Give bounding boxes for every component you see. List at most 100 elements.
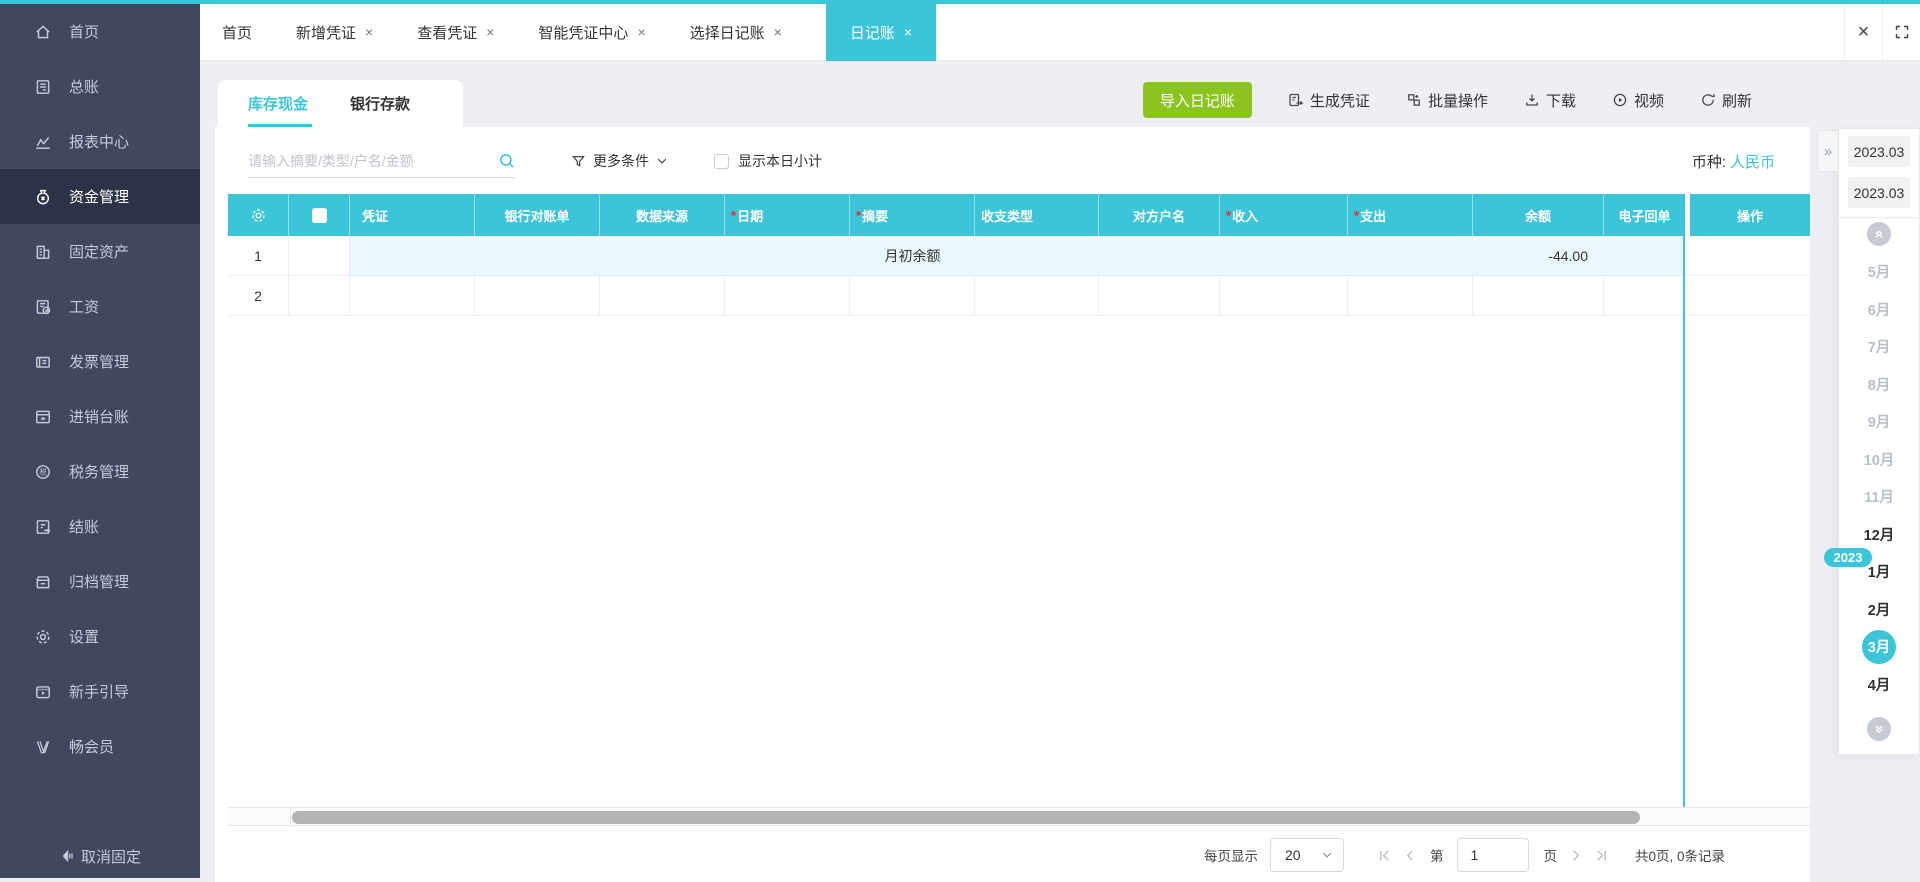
- close-tab-icon[interactable]: ×: [904, 24, 912, 40]
- last-page-button[interactable]: [1589, 842, 1615, 868]
- sidebar-item-beginner-guide[interactable]: 新手引导: [0, 664, 200, 719]
- table-row[interactable]: 2: [228, 276, 1685, 316]
- close-window-button[interactable]: ×: [1844, 4, 1882, 60]
- sidebar-item-label: 发票管理: [69, 354, 130, 371]
- balance-cell[interactable]: [1473, 276, 1604, 316]
- select-all-header[interactable]: [289, 194, 350, 236]
- counterparty-cell[interactable]: [1099, 276, 1220, 316]
- month-item[interactable]: 4月: [1839, 666, 1919, 704]
- table-row[interactable]: 1 月初余额 -44.00: [228, 236, 1685, 276]
- voucher-cell[interactable]: [350, 276, 475, 316]
- sidebar-item-label: 报表中心: [69, 134, 130, 151]
- date-cell[interactable]: [725, 276, 850, 316]
- refresh-button[interactable]: 刷新: [1700, 90, 1752, 111]
- month-item[interactable]: 9月: [1839, 403, 1919, 441]
- column-header-income-expense-type[interactable]: 收支类型: [975, 194, 1099, 236]
- video-button[interactable]: 视频: [1612, 90, 1664, 111]
- close-tab-icon[interactable]: ×: [637, 24, 645, 40]
- column-header-bank-statement[interactable]: 银行对账单: [475, 194, 600, 236]
- horizontal-scrollbar-thumb[interactable]: [292, 811, 1640, 824]
- tab-journal[interactable]: 日记账 ×: [825, 3, 937, 61]
- tab-new-voucher[interactable]: 新增凭证 ×: [296, 4, 373, 61]
- search-icon[interactable]: [498, 152, 516, 170]
- fullscreen-button[interactable]: [1882, 4, 1920, 60]
- close-tab-icon[interactable]: ×: [774, 24, 782, 40]
- search-input[interactable]: [248, 152, 498, 169]
- more-conditions-button[interactable]: 更多条件: [571, 151, 668, 171]
- tab-smart-voucher-center[interactable]: 智能凭证中心 ×: [538, 4, 645, 61]
- month-item[interactable]: 11月: [1839, 478, 1919, 516]
- range-end-button[interactable]: 2023.03: [1848, 177, 1910, 208]
- next-page-button[interactable]: [1563, 842, 1589, 868]
- unpin-label: 取消固定: [80, 848, 141, 866]
- page-number-input[interactable]: [1457, 838, 1530, 872]
- tab-home[interactable]: 首页: [222, 4, 252, 61]
- month-item[interactable]: 2月: [1839, 591, 1919, 629]
- subtab-cash-on-hand[interactable]: 库存现金: [248, 93, 308, 114]
- sidebar-item-closing[interactable]: 结账: [0, 499, 200, 554]
- currency-value-link[interactable]: 人民币: [1730, 151, 1775, 172]
- operation-cell[interactable]: [1690, 276, 1810, 316]
- batch-operation-button[interactable]: 批量操作: [1406, 90, 1488, 111]
- subtab-bank-deposit[interactable]: 银行存款: [350, 93, 410, 114]
- month-item[interactable]: 7月: [1839, 328, 1919, 366]
- sidebar-item-member[interactable]: 畅会员: [0, 719, 200, 774]
- scroll-months-down-button[interactable]: [1867, 717, 1891, 741]
- sidebar-item-report-center[interactable]: 报表中心: [0, 114, 200, 169]
- column-header-data-source[interactable]: 数据来源: [600, 194, 725, 236]
- column-header-summary[interactable]: * 摘要: [850, 194, 975, 236]
- income-cell[interactable]: [1220, 276, 1348, 316]
- unpin-sidebar-button[interactable]: 取消固定: [0, 834, 200, 878]
- income-expense-type-cell[interactable]: [975, 276, 1099, 316]
- month-item[interactable]: 10月: [1839, 441, 1919, 479]
- tab-view-voucher[interactable]: 查看凭证 ×: [417, 4, 494, 61]
- sidebar-item-invoice-management[interactable]: 发票管理: [0, 334, 200, 389]
- sidebar-item-tax-management[interactable]: 税 税务管理: [0, 444, 200, 499]
- generate-voucher-button[interactable]: 生成凭证: [1288, 90, 1370, 111]
- row-select-cell[interactable]: [289, 276, 350, 316]
- column-header-voucher[interactable]: 凭证: [350, 194, 475, 236]
- select-all-checkbox[interactable]: [311, 207, 327, 223]
- sidebar-item-general-ledger[interactable]: 总账: [0, 59, 200, 114]
- summary-cell[interactable]: [850, 276, 975, 316]
- sidebar-item-payroll[interactable]: 工资: [0, 279, 200, 334]
- month-item[interactable]: 5月: [1839, 253, 1919, 291]
- column-header-expense[interactable]: * 支出: [1348, 194, 1473, 236]
- close-tab-icon[interactable]: ×: [486, 24, 494, 40]
- scroll-months-up-button[interactable]: [1867, 222, 1891, 246]
- sidebar-item-funds-management[interactable]: 资金管理: [0, 169, 200, 224]
- e-receipt-cell[interactable]: [1604, 276, 1685, 316]
- import-journal-button[interactable]: 导入日记账: [1142, 82, 1252, 118]
- collapse-date-panel-button[interactable]: »: [1817, 130, 1839, 172]
- row-select-cell[interactable]: [289, 236, 350, 276]
- purchase-sale-ledger-icon: [34, 408, 52, 426]
- operation-cell[interactable]: [1690, 236, 1810, 276]
- data-source-cell[interactable]: [600, 276, 725, 316]
- range-start-button[interactable]: 2023.03: [1848, 136, 1910, 167]
- tab-select-journal[interactable]: 选择日记账 ×: [690, 4, 782, 61]
- column-header-balance[interactable]: 余额: [1473, 194, 1604, 236]
- month-item[interactable]: 6月: [1839, 291, 1919, 329]
- per-page-select[interactable]: 20: [1269, 838, 1344, 872]
- previous-page-button[interactable]: [1398, 842, 1424, 868]
- close-tab-icon[interactable]: ×: [365, 24, 373, 40]
- download-button[interactable]: 下载: [1524, 90, 1576, 111]
- sidebar-item-home[interactable]: 首页: [0, 4, 200, 59]
- show-daily-subtotal-toggle[interactable]: 显示本日小计: [714, 151, 822, 171]
- sidebar-item-archive-management[interactable]: 归档管理: [0, 554, 200, 609]
- column-header-date[interactable]: * 日期: [725, 194, 850, 236]
- daily-subtotal-checkbox[interactable]: [714, 153, 729, 169]
- horizontal-scrollbar-track[interactable]: [228, 807, 1810, 826]
- column-header-counterparty[interactable]: 对方户名: [1099, 194, 1220, 236]
- column-header-income[interactable]: * 收入: [1220, 194, 1348, 236]
- sidebar-item-purchase-sale-ledger[interactable]: 进销台账: [0, 389, 200, 444]
- column-header-e-receipt[interactable]: 电子回单: [1604, 194, 1685, 236]
- bank-statement-cell[interactable]: [475, 276, 600, 316]
- month-item-selected[interactable]: 3月: [1839, 628, 1919, 666]
- expense-cell[interactable]: [1348, 276, 1473, 316]
- first-page-button[interactable]: [1372, 842, 1398, 868]
- column-settings-header[interactable]: [228, 194, 289, 236]
- sidebar-item-fixed-assets[interactable]: 固定资产: [0, 224, 200, 279]
- month-item[interactable]: 8月: [1839, 366, 1919, 404]
- sidebar-item-settings[interactable]: 设置: [0, 609, 200, 664]
